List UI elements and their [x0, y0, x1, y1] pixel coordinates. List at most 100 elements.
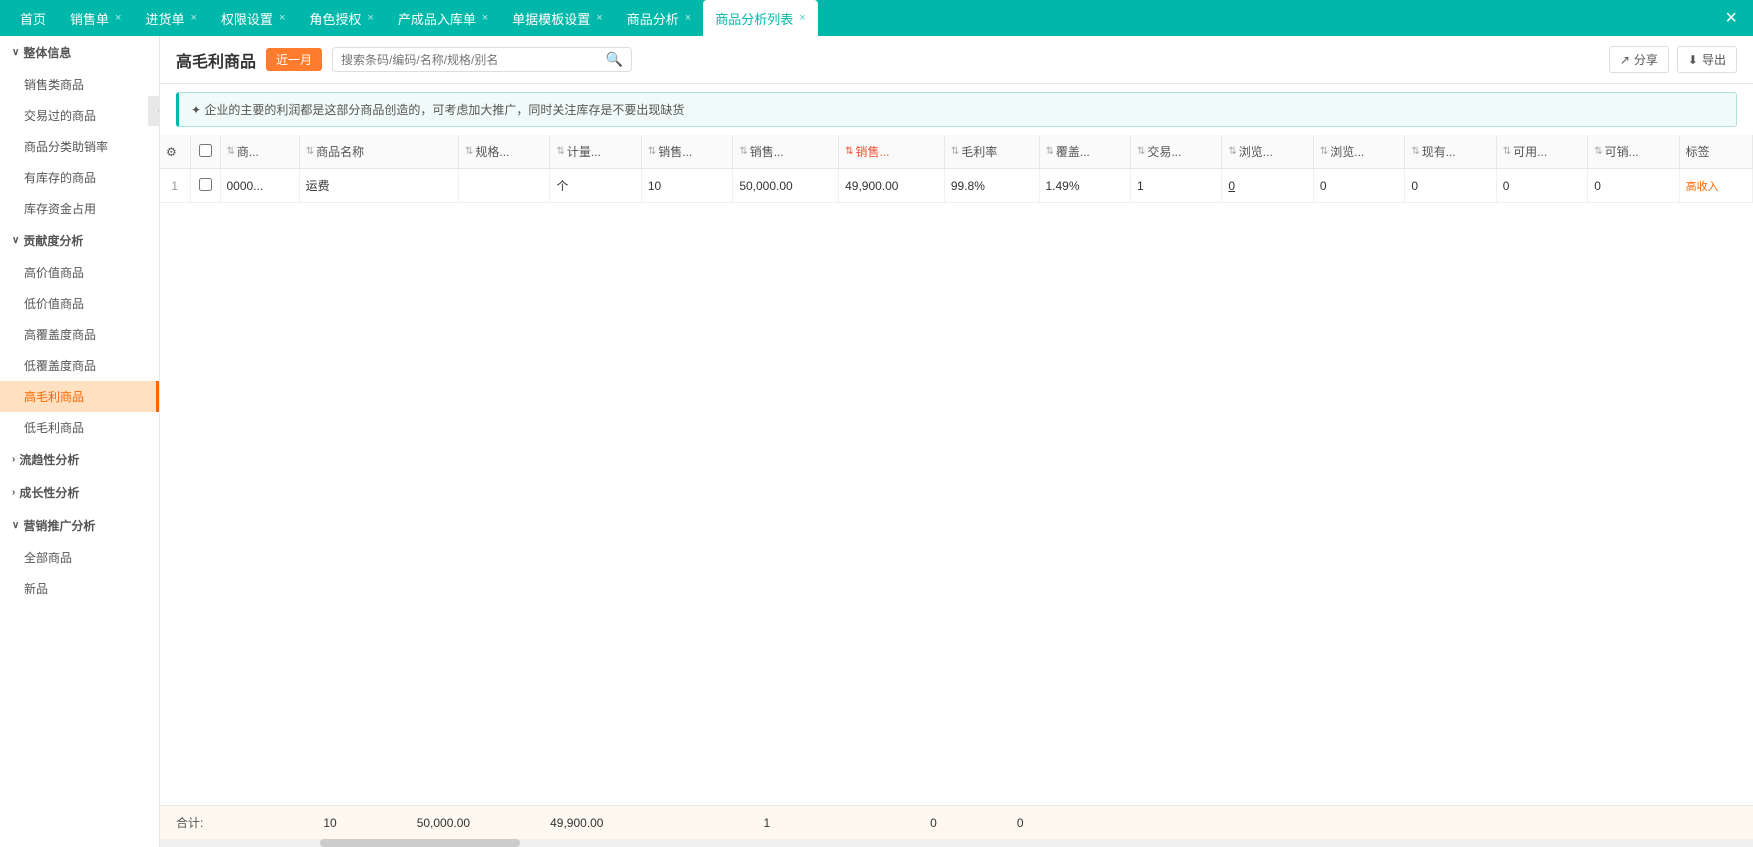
nav-item-role[interactable]: 角色授权 × [297, 0, 385, 36]
th-sales-amount[interactable]: ⇅ 销售... [733, 135, 839, 169]
row-views1[interactable]: 0 [1222, 169, 1313, 203]
sort-icon-coverage: ⇅ [1046, 146, 1054, 157]
nav-close-product-in[interactable]: × [482, 12, 488, 24]
sidebar-item-low-margin[interactable]: 低毛利商品 [0, 412, 159, 443]
table-footer: 合计: 10 50,000.00 49,900.00 1 0 0 [160, 805, 1753, 839]
bottom-scrollbar[interactable] [160, 839, 1753, 847]
th-checkbox[interactable] [190, 135, 220, 169]
top-navigation: 首页 销售单 × 进货单 × 权限设置 × 角色授权 × 产成品入库单 × 单据… [0, 0, 1753, 36]
date-filter-button[interactable]: 近一月 [266, 48, 322, 71]
th-views2[interactable]: ⇅ 浏览... [1313, 135, 1404, 169]
sidebar-item-all-goods[interactable]: 全部商品 [0, 542, 159, 573]
nav-item-template[interactable]: 单据模板设置 × [500, 0, 614, 36]
sort-icon-sales-profit: ⇅ [845, 146, 853, 157]
sidebar-item-low-coverage[interactable]: 低覆盖度商品 [0, 350, 159, 381]
row-coverage: 1.49% [1039, 169, 1130, 203]
sidebar-group-trend[interactable]: › 流趋性分析 [0, 443, 159, 476]
th-name[interactable]: ⇅ 商品名称 [299, 135, 458, 169]
nav-item-home[interactable]: 首页 [8, 0, 58, 36]
sidebar-item-stock-capital[interactable]: 库存资金占用 [0, 193, 159, 224]
nav-close-sales[interactable]: × [115, 12, 121, 24]
share-icon: ↗ [1620, 53, 1630, 67]
select-all-checkbox[interactable] [199, 144, 212, 157]
row-spec [458, 169, 549, 203]
sidebar-group-growth[interactable]: › 成长性分析 [0, 476, 159, 509]
arrow-contribution-icon: ∨ [12, 235, 19, 246]
th-sales-profit[interactable]: ⇅ 销售... [839, 135, 945, 169]
nav-close-analysis-list[interactable]: × [799, 12, 805, 24]
sort-icon-spec: ⇅ [465, 146, 473, 157]
window-close-btn[interactable]: × [1717, 7, 1745, 30]
sidebar-group-marketing[interactable]: ∨ 营销推广分析 [0, 509, 159, 542]
sidebar-item-high-coverage[interactable]: 高覆盖度商品 [0, 319, 159, 350]
nav-item-analysis-list[interactable]: 商品分析列表 × [703, 0, 817, 36]
row-tag: 高收入 [1679, 169, 1752, 203]
th-saleable[interactable]: ⇅ 可销... [1588, 135, 1679, 169]
content-area: 高毛利商品 近一月 🔍 ↗ 分享 ⬇ 导出 ✦ 企业的主要的利润都是这部分商品创… [160, 36, 1753, 847]
search-input[interactable] [341, 53, 606, 67]
sidebar-item-high-value[interactable]: 高价值商品 [0, 257, 159, 288]
sort-icon-views2: ⇅ [1320, 146, 1328, 157]
th-transaction[interactable]: ⇅ 交易... [1130, 135, 1221, 169]
nav-item-product-in[interactable]: 产成品入库单 × [386, 0, 500, 36]
sidebar-item-new-goods[interactable]: 新品 [0, 573, 159, 604]
sort-icon-sales-amount: ⇅ [739, 146, 747, 157]
row-current-stock: 0 [1405, 169, 1496, 203]
sidebar-item-category-rate[interactable]: 商品分类助销率 [0, 131, 159, 162]
info-banner: ✦ 企业的主要的利润都是这部分商品创造的，可考虑加大推广，同时关注库存是不要出现… [176, 92, 1737, 127]
nav-close-permission[interactable]: × [279, 12, 285, 24]
row-sales-profit: 49,900.00 [839, 169, 945, 203]
th-coverage[interactable]: ⇅ 覆盖... [1039, 135, 1130, 169]
sidebar-collapse-button[interactable]: 《 [148, 96, 160, 126]
sidebar-item-traded-goods[interactable]: 交易过的商品 [0, 100, 159, 131]
table-container[interactable]: ⚙ ⇅ 商... ⇅ [160, 135, 1753, 805]
row-gross-margin: 99.8% [944, 169, 1039, 203]
sidebar-item-low-value[interactable]: 低价值商品 [0, 288, 159, 319]
search-icon[interactable]: 🔍 [606, 51, 623, 68]
row-checkbox-cell[interactable] [190, 169, 220, 203]
sidebar-item-high-margin[interactable]: 高毛利商品 [0, 381, 159, 412]
row-num: 1 [160, 169, 190, 203]
sidebar: 《 ∨ 整体信息 销售类商品 交易过的商品 商品分类助销率 有库存的商品 库存资… [0, 36, 160, 847]
nav-close-template[interactable]: × [596, 12, 602, 24]
content-header: 高毛利商品 近一月 🔍 ↗ 分享 ⬇ 导出 [160, 36, 1753, 84]
nav-item-permission[interactable]: 权限设置 × [209, 0, 297, 36]
share-button[interactable]: ↗ 分享 [1609, 46, 1669, 73]
nav-close-analysis[interactable]: × [685, 12, 691, 24]
sort-icon-sales-qty: ⇅ [648, 146, 656, 157]
sidebar-item-in-stock[interactable]: 有库存的商品 [0, 162, 159, 193]
footer-transaction: 1 [763, 816, 770, 830]
nav-close-role[interactable]: × [367, 12, 373, 24]
row-transaction: 1 [1130, 169, 1221, 203]
th-current-stock[interactable]: ⇅ 现有... [1405, 135, 1496, 169]
export-button[interactable]: ⬇ 导出 [1677, 46, 1737, 73]
arrow-overall-icon: ∨ [12, 47, 19, 58]
main-layout: 《 ∨ 整体信息 销售类商品 交易过的商品 商品分类助销率 有库存的商品 库存资… [0, 36, 1753, 847]
search-box: 🔍 [332, 47, 632, 72]
th-sales-qty[interactable]: ⇅ 销售... [641, 135, 732, 169]
sidebar-item-sales-goods[interactable]: 销售类商品 [0, 69, 159, 100]
sidebar-group-overall[interactable]: ∨ 整体信息 [0, 36, 159, 69]
header-actions: ↗ 分享 ⬇ 导出 [1609, 46, 1737, 73]
nav-item-purchase[interactable]: 进货单 × [133, 0, 208, 36]
nav-item-analysis[interactable]: 商品分析 × [615, 0, 703, 36]
th-spec[interactable]: ⇅ 规格... [458, 135, 549, 169]
th-code[interactable]: ⇅ 商... [220, 135, 299, 169]
row-unit: 个 [550, 169, 641, 203]
nav-item-sales[interactable]: 销售单 × [58, 0, 133, 36]
row-checkbox[interactable] [199, 178, 212, 191]
scrollbar-thumb[interactable] [320, 839, 520, 847]
th-settings[interactable]: ⚙ [160, 135, 190, 169]
row-available-stock: 0 [1496, 169, 1587, 203]
th-views1[interactable]: ⇅ 浏览... [1222, 135, 1313, 169]
sort-icon-views1: ⇅ [1228, 146, 1236, 157]
th-available-stock[interactable]: ⇅ 可用... [1496, 135, 1587, 169]
arrow-growth-icon: › [12, 487, 15, 498]
sidebar-group-contribution[interactable]: ∨ 贡献度分析 [0, 224, 159, 257]
th-unit[interactable]: ⇅ 计量... [550, 135, 641, 169]
footer-current-stock: 0 [930, 816, 937, 830]
sort-icon-saleable: ⇅ [1594, 146, 1602, 157]
nav-close-purchase[interactable]: × [190, 12, 196, 24]
th-gross-margin[interactable]: ⇅ 毛利率 [944, 135, 1039, 169]
th-tag[interactable]: 标签 [1679, 135, 1752, 169]
